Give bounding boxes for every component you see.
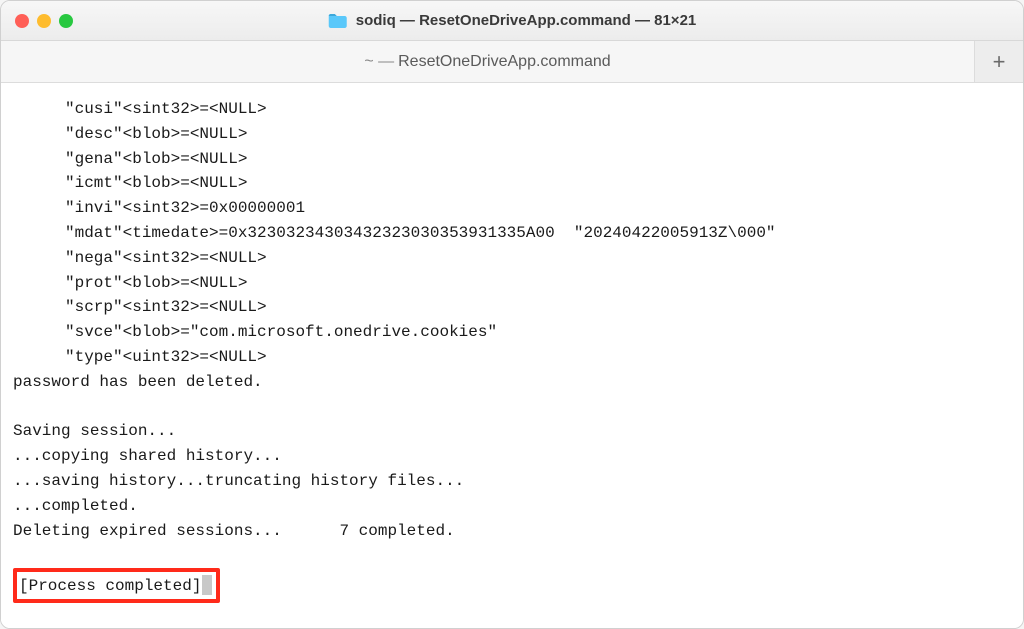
terminal-output[interactable]: "cusi"<sint32>=<NULL>"desc"<blob>=<NULL>… xyxy=(1,83,1023,628)
new-tab-button[interactable]: + xyxy=(975,41,1023,82)
tabbar: ~ — ResetOneDriveApp.command + xyxy=(1,41,1023,83)
process-completed-highlight: [Process completed] xyxy=(13,568,220,603)
blank-line xyxy=(13,395,1011,420)
attr-line: "gena"<blob>=<NULL> xyxy=(13,147,1011,172)
attr-line: "type"<uint32>=<NULL> xyxy=(13,345,1011,370)
window-title: sodiq — ResetOneDriveApp.command — 81×21 xyxy=(356,12,697,29)
maximize-button[interactable] xyxy=(59,14,73,28)
plus-icon: + xyxy=(993,49,1006,75)
attr-line: "svce"<blob>="com.microsoft.onedrive.coo… xyxy=(13,320,1011,345)
attr-line: "nega"<sint32>=<NULL> xyxy=(13,246,1011,271)
cursor xyxy=(202,575,212,595)
msg-saving: Saving session... xyxy=(13,419,1011,444)
folder-icon xyxy=(328,13,348,29)
attr-line: "scrp"<sint32>=<NULL> xyxy=(13,295,1011,320)
terminal-window: sodiq — ResetOneDriveApp.command — 81×21… xyxy=(0,0,1024,629)
attr-line: "mdat"<timedate>=0x323032343034323230303… xyxy=(13,221,1011,246)
titlebar: sodiq — ResetOneDriveApp.command — 81×21 xyxy=(1,1,1023,41)
blank-line xyxy=(13,543,1011,568)
tab-prefix: ~ — xyxy=(364,53,394,71)
tab-label: ResetOneDriveApp.command xyxy=(398,53,611,71)
msg-process: [Process completed] xyxy=(19,577,201,595)
msg-delete-expired: Deleting expired sessions... 7 completed… xyxy=(13,519,1011,544)
attr-line: "prot"<blob>=<NULL> xyxy=(13,271,1011,296)
msg-copy: ...copying shared history... xyxy=(13,444,1011,469)
attr-line: "invi"<sint32>=0x00000001 xyxy=(13,196,1011,221)
window-title-group: sodiq — ResetOneDriveApp.command — 81×21 xyxy=(328,12,697,29)
msg-deleted: password has been deleted. xyxy=(13,370,1011,395)
msg-completed: ...completed. xyxy=(13,494,1011,519)
attr-line: "icmt"<blob>=<NULL> xyxy=(13,171,1011,196)
minimize-button[interactable] xyxy=(37,14,51,28)
attr-line: "desc"<blob>=<NULL> xyxy=(13,122,1011,147)
msg-save-trunc: ...saving history...truncating history f… xyxy=(13,469,1011,494)
traffic-lights xyxy=(15,14,73,28)
attr-line: "cusi"<sint32>=<NULL> xyxy=(13,97,1011,122)
close-button[interactable] xyxy=(15,14,29,28)
tab-main[interactable]: ~ — ResetOneDriveApp.command xyxy=(1,41,975,82)
